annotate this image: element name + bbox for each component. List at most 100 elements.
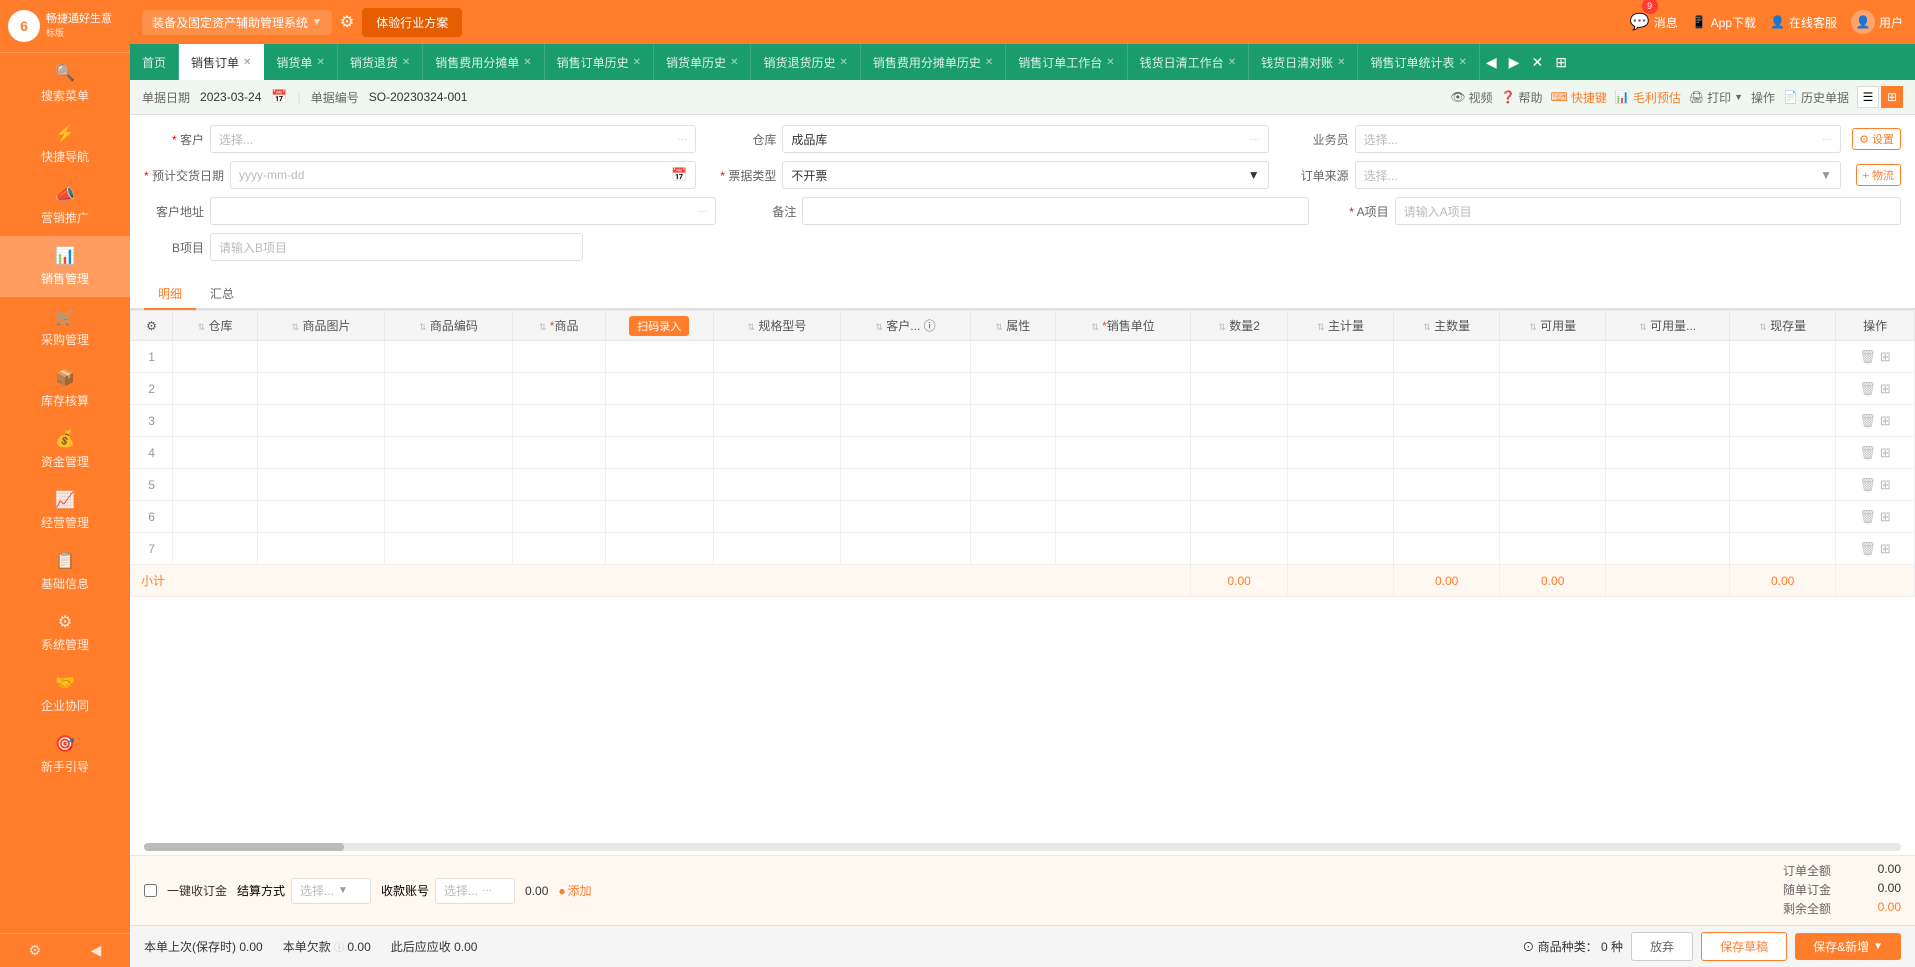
scroll-thumb[interactable]	[144, 843, 344, 851]
settings-btn[interactable]: ⚙ 设置	[1852, 128, 1901, 150]
copy-row-icon[interactable]: ⊞	[1880, 349, 1891, 365]
remarks-input[interactable]	[802, 197, 1308, 225]
save-new-button[interactable]: 保存&新增 ▼	[1795, 933, 1901, 960]
sidebar-item-operations[interactable]: 📈 经营管理	[0, 480, 130, 541]
history-btn[interactable]: 📄 历史单据	[1783, 89, 1849, 106]
tab-expand-icon[interactable]: ⊞	[1549, 54, 1573, 71]
payment-select[interactable]: 选择... ▼	[291, 878, 371, 904]
tab-sales-expense[interactable]: 销售费用分摊单 ✕	[423, 44, 544, 80]
a-project-input[interactable]: 请输入A项目	[1395, 197, 1901, 225]
tab-daily-workbench[interactable]: 钱货日清工作台 ✕	[1128, 44, 1249, 80]
sidebar-item-basic[interactable]: 📋 基础信息	[0, 541, 130, 602]
tab-close-sales-workbench[interactable]: ✕	[1106, 57, 1114, 68]
col-sales-unit[interactable]: ⇅ *销售单位	[1055, 311, 1191, 341]
tab-close-sales-expense[interactable]: ✕	[523, 57, 531, 68]
save-draft-button[interactable]: 保存草稿	[1701, 932, 1787, 961]
barcode-entry-btn[interactable]: 扫码录入	[629, 316, 689, 336]
tab-close-sales-invoice[interactable]: ✕	[316, 57, 324, 68]
col-spec[interactable]: ⇅ 规格型号	[713, 311, 840, 341]
delete-row-icon[interactable]: 🗑	[1859, 381, 1876, 397]
col-settings[interactable]: ⚙	[131, 311, 173, 341]
grid-view-btn[interactable]: ⊞	[1881, 86, 1903, 108]
sidebar-item-inventory[interactable]: 📦 库存核算	[0, 358, 130, 419]
col-qty2[interactable]: ⇅ 数量2	[1191, 311, 1288, 341]
tab-close-sales-stats[interactable]: ✕	[1459, 57, 1467, 68]
delete-row-icon[interactable]: 🗑	[1859, 477, 1876, 493]
col-warehouse[interactable]: ⇅ 仓库	[173, 311, 258, 341]
collapse-icon[interactable]: ◀	[91, 942, 102, 959]
invoice-select[interactable]: 不开票 ▼	[782, 161, 1268, 189]
tab-close-sales-return-history[interactable]: ✕	[839, 57, 847, 68]
tab-close-sales-invoice-history[interactable]: ✕	[730, 57, 738, 68]
tab-more-icon[interactable]: ✕	[1525, 54, 1549, 71]
user-item[interactable]: 👤 用户	[1851, 10, 1903, 34]
col-main-qty[interactable]: ⇅ 主数量	[1394, 311, 1500, 341]
tab-close-daily-workbench[interactable]: ✕	[1228, 57, 1236, 68]
col-code[interactable]: ⇅ 商品编码	[385, 311, 512, 341]
delete-row-icon[interactable]: 🗑	[1859, 541, 1876, 557]
delivery-calendar-icon[interactable]: 📅	[671, 167, 687, 183]
copy-row-icon[interactable]: ⊞	[1880, 541, 1891, 557]
topbar-settings-icon[interactable]: ⚙	[340, 12, 354, 32]
sidebar-item-marketing[interactable]: 📣 营销推广	[0, 175, 130, 236]
col-barcode[interactable]: 扫码录入	[605, 311, 713, 341]
tab-close-daily-reconcile[interactable]: ✕	[1337, 57, 1345, 68]
sidebar-item-enterprise[interactable]: 🤝 企业协同	[0, 663, 130, 724]
delete-row-icon[interactable]: 🗑	[1859, 509, 1876, 525]
tab-daily-reconcile[interactable]: 钱货日清对账 ✕	[1249, 44, 1358, 80]
customer-input[interactable]: 选择... ···	[210, 125, 696, 153]
table-scroll[interactable]	[130, 839, 1915, 855]
delivery-input[interactable]: yyyy-mm-dd 📅	[230, 161, 696, 189]
tab-sales-order-history[interactable]: 销售订单历史 ✕	[545, 44, 654, 80]
tab-next-icon[interactable]: ▶	[1503, 54, 1526, 71]
sidebar-item-guide[interactable]: 🎯 新手引导	[0, 724, 130, 785]
app-download-item[interactable]: 📱 App下载	[1692, 14, 1756, 31]
tab-sales-order[interactable]: 销售订单 ✕	[179, 44, 264, 80]
one-click-checkbox[interactable]	[144, 884, 157, 897]
sidebar-item-sales[interactable]: 📊 销售管理	[0, 236, 130, 297]
account-select[interactable]: 选择... ···	[435, 878, 515, 904]
col-attributes[interactable]: ⇅ 属性	[970, 311, 1055, 341]
tab-sales-stats[interactable]: 销售订单统计表 ✕	[1358, 44, 1479, 80]
copy-row-icon[interactable]: ⊞	[1880, 445, 1891, 461]
salesperson-input[interactable]: 选择... ···	[1355, 125, 1841, 153]
profit-btn[interactable]: 📊 毛利预估	[1615, 89, 1681, 106]
tab-home[interactable]: 首页	[130, 44, 179, 80]
sidebar-item-system[interactable]: ⚙ 系统管理	[0, 602, 130, 663]
delete-row-icon[interactable]: 🗑	[1859, 413, 1876, 429]
add-payment-btn[interactable]: ● 添加	[558, 882, 591, 899]
sidebar-item-purchase[interactable]: 🛒 采购管理	[0, 297, 130, 358]
calendar-icon[interactable]: 📅	[271, 89, 287, 105]
operation-btn[interactable]: 操作	[1751, 89, 1775, 106]
settings-bottom-icon[interactable]: ⚙	[29, 942, 42, 959]
messages-item[interactable]: 💬 9 消息	[1630, 12, 1678, 32]
view-btn[interactable]: 👁 视频	[1450, 89, 1492, 106]
sidebar-item-search[interactable]: 🔍 搜索菜单	[0, 53, 130, 114]
add-goods-btn[interactable]: + 物流	[1856, 164, 1901, 186]
industry-btn[interactable]: 体验行业方案	[362, 8, 462, 37]
col-customer-code[interactable]: ⇅ 客户... ⓘ	[841, 311, 971, 341]
col-available[interactable]: ⇅ 可用量	[1500, 311, 1606, 341]
tab-sales-workbench[interactable]: 销售订单工作台 ✕	[1006, 44, 1127, 80]
print-btn[interactable]: 🖨 打印 ▼	[1689, 89, 1743, 106]
tab-close-sales-expense-history[interactable]: ✕	[985, 57, 993, 68]
list-view-btn[interactable]: ☰	[1857, 86, 1879, 108]
b-project-input[interactable]: 请输入B项目	[210, 233, 583, 261]
sidebar-item-quick[interactable]: ⚡ 快捷导航	[0, 114, 130, 175]
online-service-item[interactable]: 👤 在线客服	[1770, 14, 1837, 31]
tab-close-sales-return[interactable]: ✕	[402, 57, 410, 68]
tab-detail[interactable]: 明细	[144, 279, 196, 310]
sidebar-item-finance[interactable]: 💰 资金管理	[0, 419, 130, 480]
order-source-input[interactable]: 选择... ▼	[1355, 161, 1841, 189]
discard-button[interactable]: 放弃	[1631, 932, 1693, 961]
tab-summary[interactable]: 汇总	[196, 279, 248, 310]
tab-prev-icon[interactable]: ◀	[1480, 54, 1503, 71]
copy-row-icon[interactable]: ⊞	[1880, 381, 1891, 397]
col-available2[interactable]: ⇅ 可用量...	[1606, 311, 1730, 341]
copy-row-icon[interactable]: ⊞	[1880, 509, 1891, 525]
col-main-unit[interactable]: ⇅ 主计量	[1288, 311, 1394, 341]
copy-row-icon[interactable]: ⊞	[1880, 477, 1891, 493]
delete-row-icon[interactable]: 🗑	[1859, 349, 1876, 365]
address-input[interactable]: ···	[210, 197, 716, 225]
tab-sales-invoice[interactable]: 销货单 ✕	[264, 44, 337, 80]
